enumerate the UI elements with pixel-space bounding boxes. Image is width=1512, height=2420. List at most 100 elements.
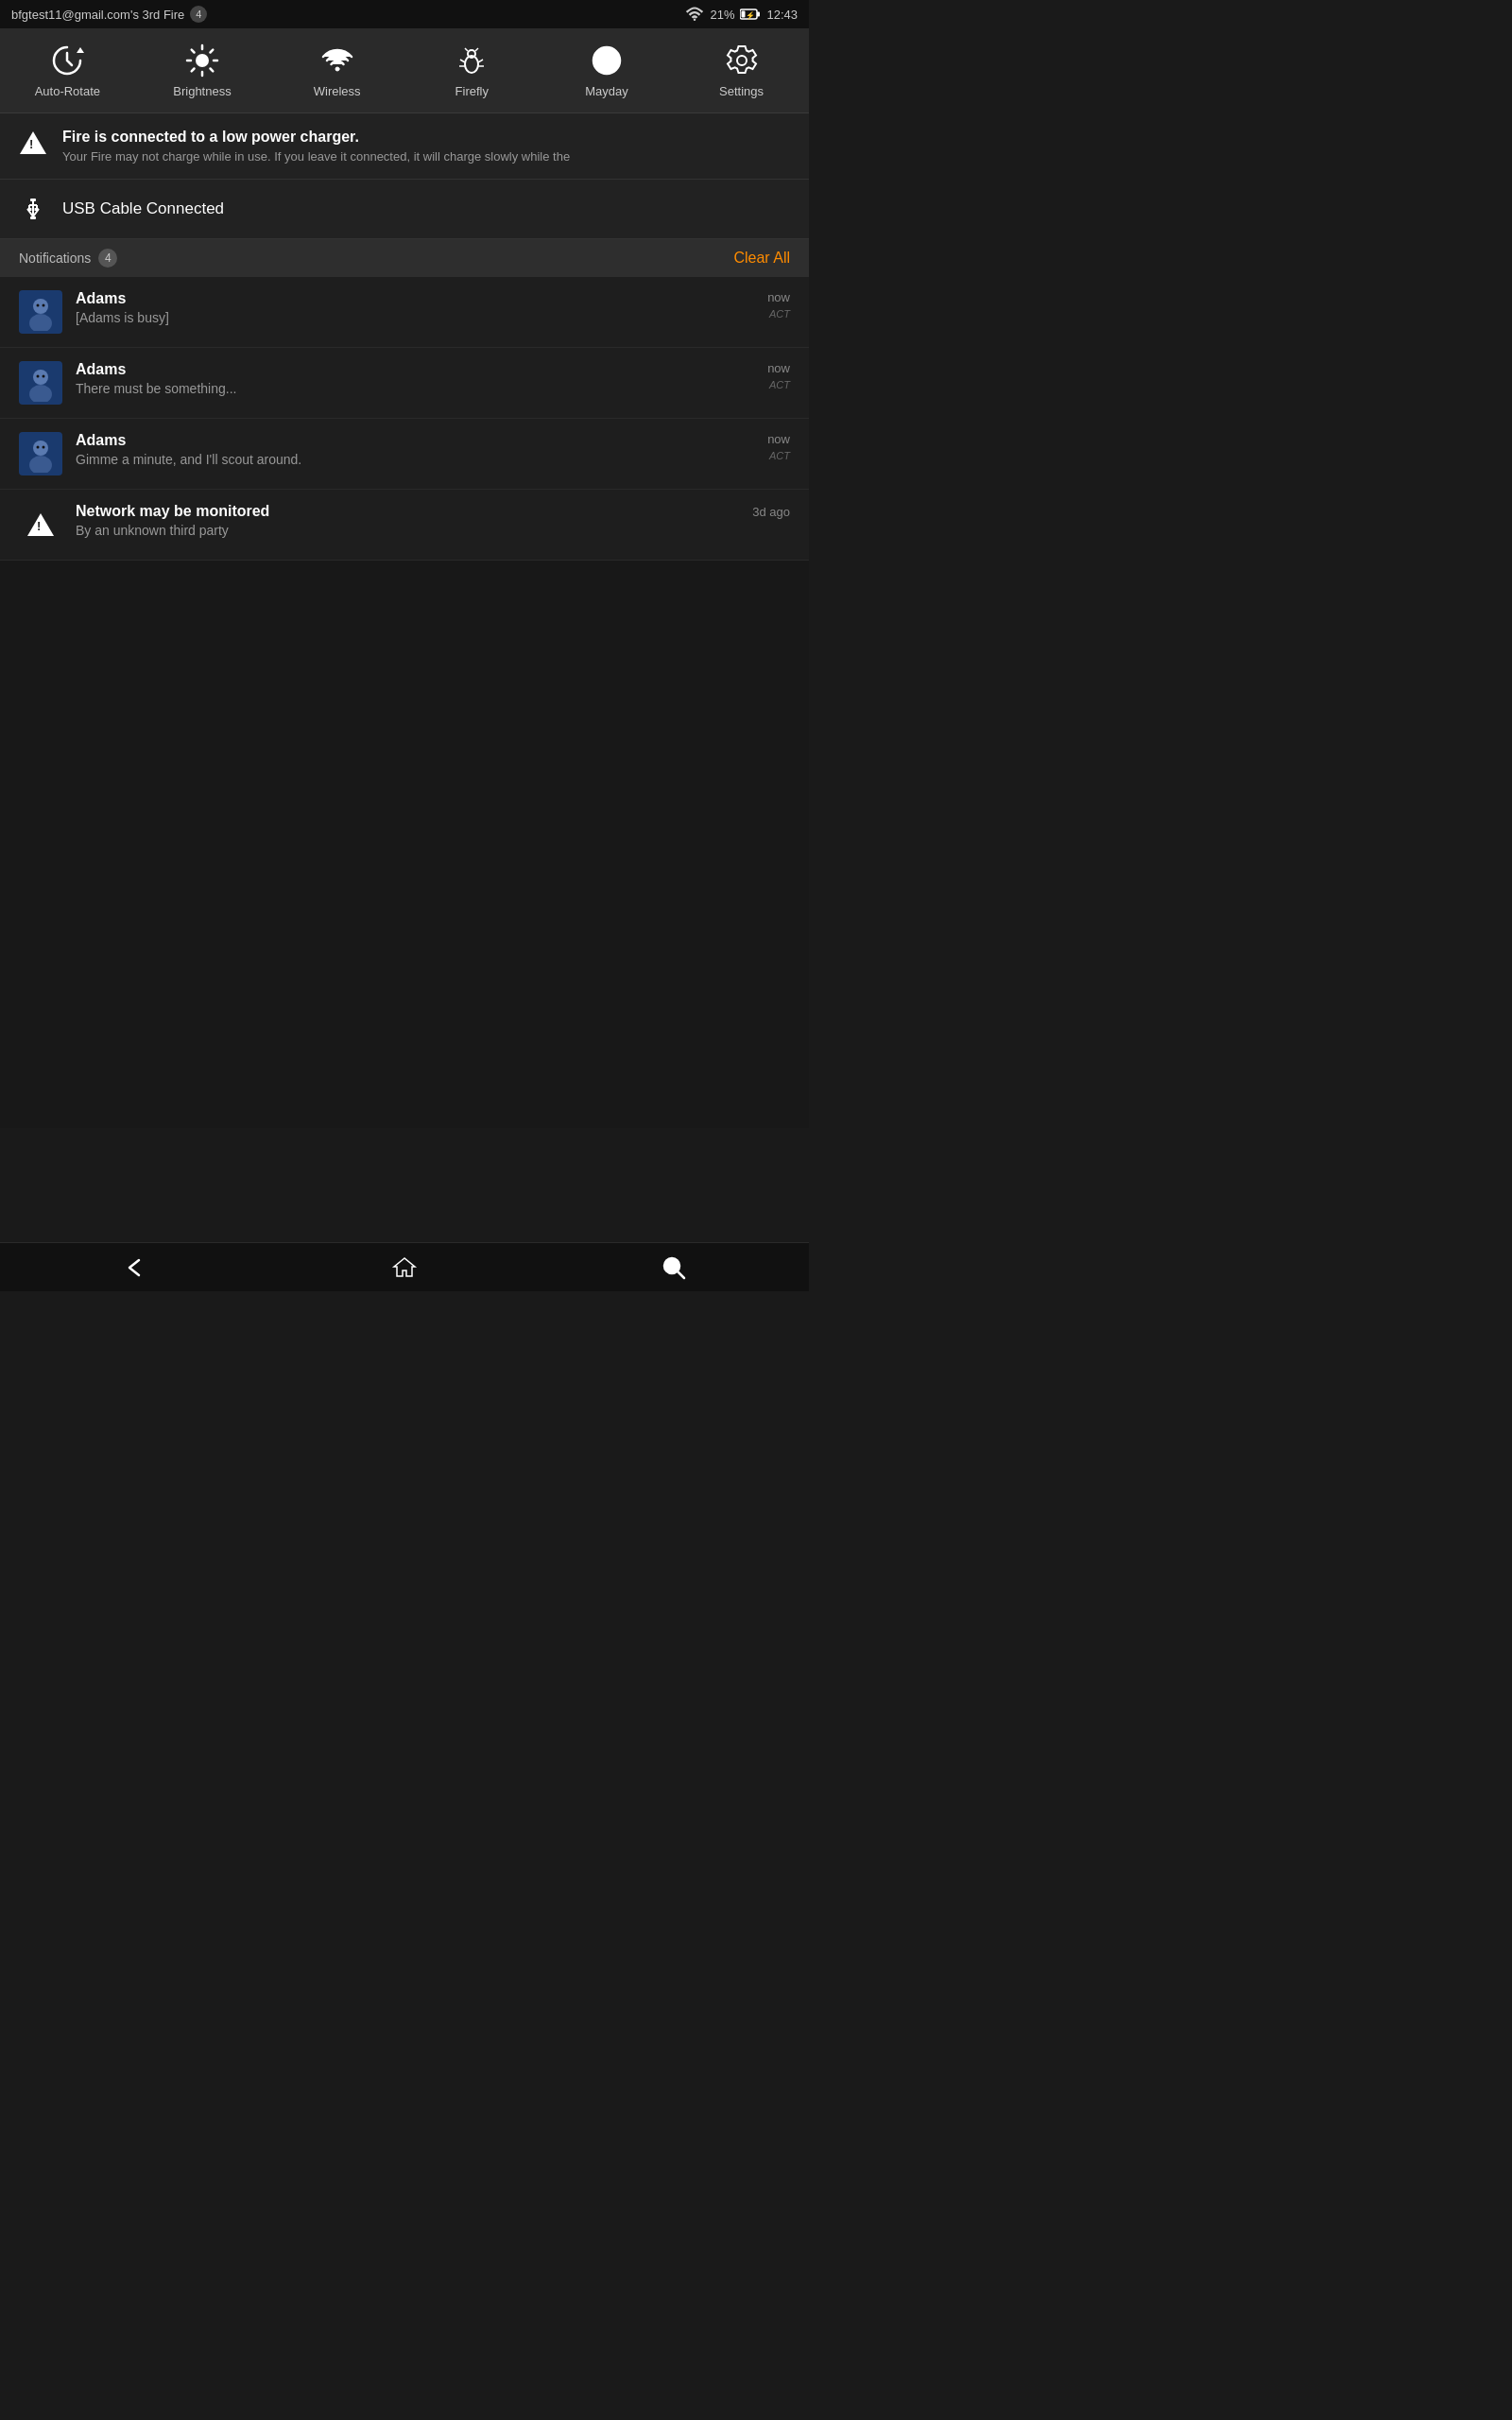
svg-line-12 — [210, 50, 213, 53]
charger-alert-desc: Your Fire may not charge while in use. I… — [62, 149, 790, 164]
adams-2-time: now — [767, 361, 790, 375]
adams-3-badge: ACT — [769, 450, 790, 461]
svg-rect-2 — [757, 12, 760, 17]
svg-rect-32 — [30, 199, 36, 201]
home-button[interactable] — [363, 1245, 446, 1290]
svg-point-31 — [737, 56, 747, 65]
brightness-icon — [184, 43, 220, 78]
notifications-header: Notifications 4 Clear All — [0, 239, 809, 277]
clear-all-button[interactable]: Clear All — [733, 250, 790, 267]
adams-2-title: Adams — [76, 361, 754, 378]
adams-3-time: now — [767, 432, 790, 446]
usb-label: USB Cable Connected — [62, 199, 224, 218]
network-body: Network may be monitored By an unknown t… — [76, 503, 739, 538]
adams-1-title: Adams — [76, 290, 754, 307]
svg-line-13 — [192, 69, 195, 72]
quick-setting-settings[interactable]: Settings — [695, 43, 789, 98]
wireless-icon — [319, 43, 355, 78]
adams-1-time: now — [767, 290, 790, 304]
status-bar-right: 21% ⚡ 12:43 — [685, 7, 798, 22]
adams-3-meta: now ACT — [767, 432, 790, 461]
notification-adams-2[interactable]: Adams There must be something... now ACT — [0, 348, 809, 419]
svg-rect-3 — [742, 11, 746, 18]
bottom-navigation — [0, 1242, 809, 1291]
notification-adams-3[interactable]: Adams Gimme a minute, and I'll scout aro… — [0, 419, 809, 490]
firefly-icon — [454, 43, 490, 78]
svg-text:⚡: ⚡ — [746, 10, 755, 20]
notification-adams-1[interactable]: Adams [Adams is busy] now ACT — [0, 277, 809, 348]
search-icon — [661, 1254, 687, 1281]
quick-settings-bar: Auto-Rotate Brightness — [0, 28, 809, 113]
svg-point-26 — [604, 58, 610, 63]
network-time: 3d ago — [752, 503, 790, 519]
svg-point-44 — [43, 304, 45, 307]
svg-point-41 — [33, 299, 48, 314]
network-desc: By an unknown third party — [76, 523, 739, 538]
settings-label: Settings — [719, 84, 764, 98]
adams-3-title: Adams — [76, 432, 754, 449]
svg-line-10 — [192, 50, 195, 53]
wifi-icon — [685, 7, 704, 22]
adams-1-message: [Adams is busy] — [76, 310, 754, 325]
firefly-label: Firefly — [455, 84, 489, 98]
svg-rect-38 — [28, 208, 32, 211]
charger-alert-title: Fire is connected to a low power charger… — [62, 129, 790, 146]
status-count: 4 — [190, 6, 207, 23]
quick-setting-firefly[interactable]: Firefly — [424, 43, 519, 98]
svg-line-18 — [460, 60, 465, 62]
auto-rotate-label: Auto-Rotate — [35, 84, 100, 98]
adams-avatar-3 — [19, 432, 62, 475]
empty-space — [0, 561, 809, 1128]
quick-setting-mayday[interactable]: Mayday — [559, 43, 654, 98]
search-button[interactable] — [632, 1245, 715, 1290]
status-bar: bfgtest11@gmail.com's 3rd Fire 4 21% ⚡ 1… — [0, 0, 809, 28]
svg-rect-39 — [35, 208, 39, 211]
adams-1-meta: now ACT — [767, 290, 790, 320]
svg-point-54 — [43, 446, 45, 449]
svg-line-23 — [475, 48, 478, 51]
usb-connected-item: USB Cable Connected — [0, 180, 809, 239]
brightness-label: Brightness — [173, 84, 231, 98]
adams-1-badge: ACT — [769, 308, 790, 320]
network-warning-icon — [19, 503, 62, 546]
charger-warning-icon — [19, 129, 47, 157]
svg-point-0 — [694, 19, 696, 22]
adams-2-badge: ACT — [769, 379, 790, 390]
adams-avatar-2 — [19, 361, 62, 405]
notification-network[interactable]: Network may be monitored By an unknown t… — [0, 490, 809, 561]
svg-point-48 — [37, 375, 40, 378]
adams-3-body: Adams Gimme a minute, and I'll scout aro… — [76, 432, 754, 467]
network-title: Network may be monitored — [76, 503, 739, 520]
svg-line-11 — [210, 69, 213, 72]
back-icon — [122, 1254, 148, 1281]
quick-setting-auto-rotate[interactable]: Auto-Rotate — [20, 43, 114, 98]
mayday-label: Mayday — [585, 84, 628, 98]
svg-rect-34 — [30, 216, 36, 219]
svg-point-14 — [335, 67, 339, 71]
wireless-label: Wireless — [314, 84, 361, 98]
svg-point-49 — [43, 375, 45, 378]
adams-2-message: There must be something... — [76, 381, 754, 396]
battery-icon: ⚡ — [740, 9, 761, 20]
account-label: bfgtest11@gmail.com's 3rd Fire — [11, 8, 184, 22]
svg-line-19 — [478, 60, 483, 62]
back-button[interactable] — [94, 1245, 177, 1290]
time-label: 12:43 — [766, 8, 798, 22]
svg-line-56 — [678, 1271, 684, 1278]
notifications-count: 4 — [98, 249, 117, 268]
quick-setting-brightness[interactable]: Brightness — [155, 43, 249, 98]
status-bar-left: bfgtest11@gmail.com's 3rd Fire 4 — [11, 6, 207, 23]
svg-point-46 — [33, 370, 48, 385]
svg-point-51 — [33, 441, 48, 456]
svg-line-22 — [465, 48, 468, 51]
auto-rotate-icon — [49, 43, 85, 78]
home-icon — [391, 1254, 418, 1281]
notifications-left: Notifications 4 — [19, 249, 117, 268]
quick-setting-wireless[interactable]: Wireless — [290, 43, 385, 98]
mayday-icon — [589, 43, 625, 78]
adams-1-body: Adams [Adams is busy] — [76, 290, 754, 325]
charger-alert-text: Fire is connected to a low power charger… — [62, 129, 790, 164]
svg-point-5 — [196, 54, 209, 67]
svg-point-53 — [37, 446, 40, 449]
adams-2-meta: now ACT — [767, 361, 790, 390]
